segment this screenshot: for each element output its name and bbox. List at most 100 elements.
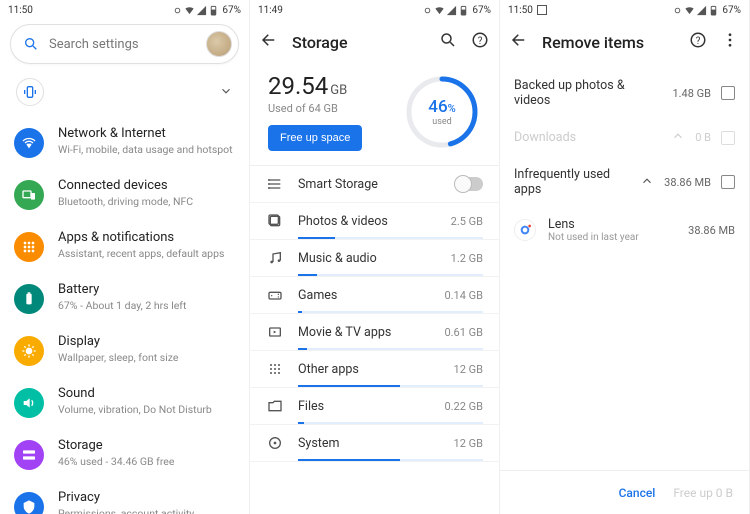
app-size: 38.86 MB: [688, 224, 735, 237]
back-button[interactable]: [510, 31, 528, 53]
storage-category[interactable]: Other apps 12 GB: [250, 351, 499, 388]
location-status-icon: [672, 5, 683, 16]
account-avatar[interactable]: [206, 31, 232, 57]
app-row[interactable]: LensNot used in last year38.86 MB: [500, 207, 749, 253]
category-size: 0.61 GB: [444, 326, 483, 339]
category-label: Movie & TV apps: [298, 325, 430, 340]
category-icon: [266, 361, 284, 377]
remove-row: Downloads0 B: [500, 118, 749, 157]
category-label: System: [298, 436, 440, 451]
location-status-icon: [422, 5, 433, 16]
settings-item-privacy[interactable]: Privacy Permissions, account activity, pe…: [0, 480, 249, 514]
help-button[interactable]: ?: [471, 31, 489, 53]
category-label: Files: [298, 399, 430, 414]
settings-item-battery[interactable]: Battery67% - About 1 day, 2 hrs left: [0, 272, 249, 324]
remove-list: Backed up photos & videos 1.48 GB Download…: [500, 64, 749, 470]
storage-summary: 29.54GB Used of 64 GB Free up space 46%u…: [250, 64, 499, 165]
page-title: Remove items: [542, 33, 644, 52]
settings-item-sound[interactable]: SoundVolume, vibration, Do Not Disturb: [0, 376, 249, 428]
search-icon: [23, 36, 39, 52]
category-size: 12 GB: [454, 363, 483, 376]
item-title: Privacy: [58, 490, 235, 505]
row-size: 0 B: [695, 131, 711, 144]
item-title: Battery: [58, 282, 235, 297]
category-icon: [266, 324, 284, 340]
row-checkbox[interactable]: [721, 86, 735, 100]
category-size: 12 GB: [454, 437, 483, 450]
storage-category[interactable]: Music & audio 1.2 GB: [250, 240, 499, 277]
settings-list[interactable]: Network & Internet Wi-Fi, mobile, data us…: [0, 116, 249, 514]
category-label: Music & audio: [298, 251, 437, 266]
category-size: 0.22 GB: [444, 400, 483, 413]
search-bar[interactable]: Search settings: [10, 24, 239, 64]
signal-status-icon: [196, 5, 207, 16]
status-bar: 11:50 67%: [0, 0, 249, 20]
location-status-icon: [172, 5, 183, 16]
row-checkbox: [721, 131, 735, 145]
help-button[interactable]: ?: [689, 31, 707, 53]
category-size: 2.5 GB: [451, 215, 483, 228]
storage-category[interactable]: Smart Storage: [250, 166, 499, 203]
category-label: Other apps: [298, 362, 440, 377]
storage-icon: [14, 440, 44, 470]
settings-item-apps[interactable]: Apps & notificationsAssistant, recent ap…: [0, 220, 249, 272]
lens-app-icon: [514, 219, 536, 241]
item-subtitle: Wi-Fi, mobile, data usage and hotspot: [58, 143, 235, 157]
category-icon: [266, 213, 284, 229]
category-icon: [266, 435, 284, 451]
status-time: 11:50: [8, 5, 33, 16]
row-size: 38.86 MB: [664, 176, 711, 189]
remove-row[interactable]: Backed up photos & videos 1.48 GB: [500, 68, 749, 118]
chevron-up-icon: [640, 173, 654, 192]
storage-category[interactable]: System 12 GB: [250, 425, 499, 462]
settings-item-display[interactable]: DisplayWallpaper, sleep, font size: [0, 324, 249, 376]
free-up-space-button[interactable]: Free up space: [268, 125, 362, 151]
devices-icon: [14, 180, 44, 210]
remove-items-screen: 11:50 67% Remove items ? Backed up photo…: [500, 0, 750, 514]
suggestion-row[interactable]: [0, 72, 249, 116]
used-of: Used of 64 GB: [268, 102, 387, 115]
remove-header: Remove items ?: [500, 20, 749, 64]
wifi-status-icon: [434, 5, 445, 16]
item-title: Network & Internet: [58, 126, 235, 141]
wifi-status-icon: [684, 5, 695, 16]
svg-text:?: ?: [696, 36, 701, 47]
chevron-down-icon: [219, 83, 233, 102]
item-subtitle: Permissions, account activity, personal …: [58, 507, 235, 514]
back-button[interactable]: [260, 31, 278, 53]
status-bar: 11:49 67%: [250, 0, 499, 20]
wifi-status-icon: [184, 5, 195, 16]
storage-ring: 46%used: [403, 73, 481, 151]
row-label: Backed up photos & videos: [514, 78, 662, 108]
category-list: Smart Storage Photos & videos 2.5 GB Music …: [250, 166, 499, 514]
storage-category[interactable]: Photos & videos 2.5 GB: [250, 203, 499, 240]
status-time: 11:49: [258, 5, 283, 16]
privacy-icon: [14, 492, 44, 514]
remove-row[interactable]: Infrequently used apps 38.86 MB: [500, 157, 749, 207]
settings-screen: 11:50 67% Search settings Network & Inte…: [0, 0, 250, 514]
chevron-up-icon: [671, 128, 685, 147]
status-bar: 11:50 67%: [500, 0, 749, 20]
category-size: 0.14 GB: [444, 289, 483, 302]
confirm-button[interactable]: Free up 0 B: [673, 486, 733, 500]
smart-storage-toggle[interactable]: [455, 177, 483, 191]
category-label: Games: [298, 288, 430, 303]
app-badge-icon: [537, 5, 547, 15]
settings-item-storage[interactable]: Storage46% used - 34.46 GB free: [0, 428, 249, 480]
cancel-button[interactable]: Cancel: [619, 486, 656, 500]
settings-item-wifi[interactable]: Network & Internet Wi-Fi, mobile, data us…: [0, 116, 249, 168]
storage-category[interactable]: Games 0.14 GB: [250, 277, 499, 314]
category-icon: [266, 398, 284, 414]
battery-status-icon: [708, 5, 719, 16]
row-checkbox[interactable]: [721, 175, 735, 189]
category-size: 1.2 GB: [451, 252, 483, 265]
settings-item-devices[interactable]: Connected devicesBluetooth, driving mode…: [0, 168, 249, 220]
row-size: 1.48 GB: [672, 87, 711, 100]
search-button[interactable]: [439, 31, 457, 53]
battery-status-icon: [208, 5, 219, 16]
storage-category[interactable]: Movie & TV apps 0.61 GB: [250, 314, 499, 351]
overflow-menu-button[interactable]: [721, 31, 739, 53]
storage-category[interactable]: Files 0.22 GB: [250, 388, 499, 425]
row-label: Infrequently used apps: [514, 167, 630, 197]
category-label: Photos & videos: [298, 214, 437, 229]
